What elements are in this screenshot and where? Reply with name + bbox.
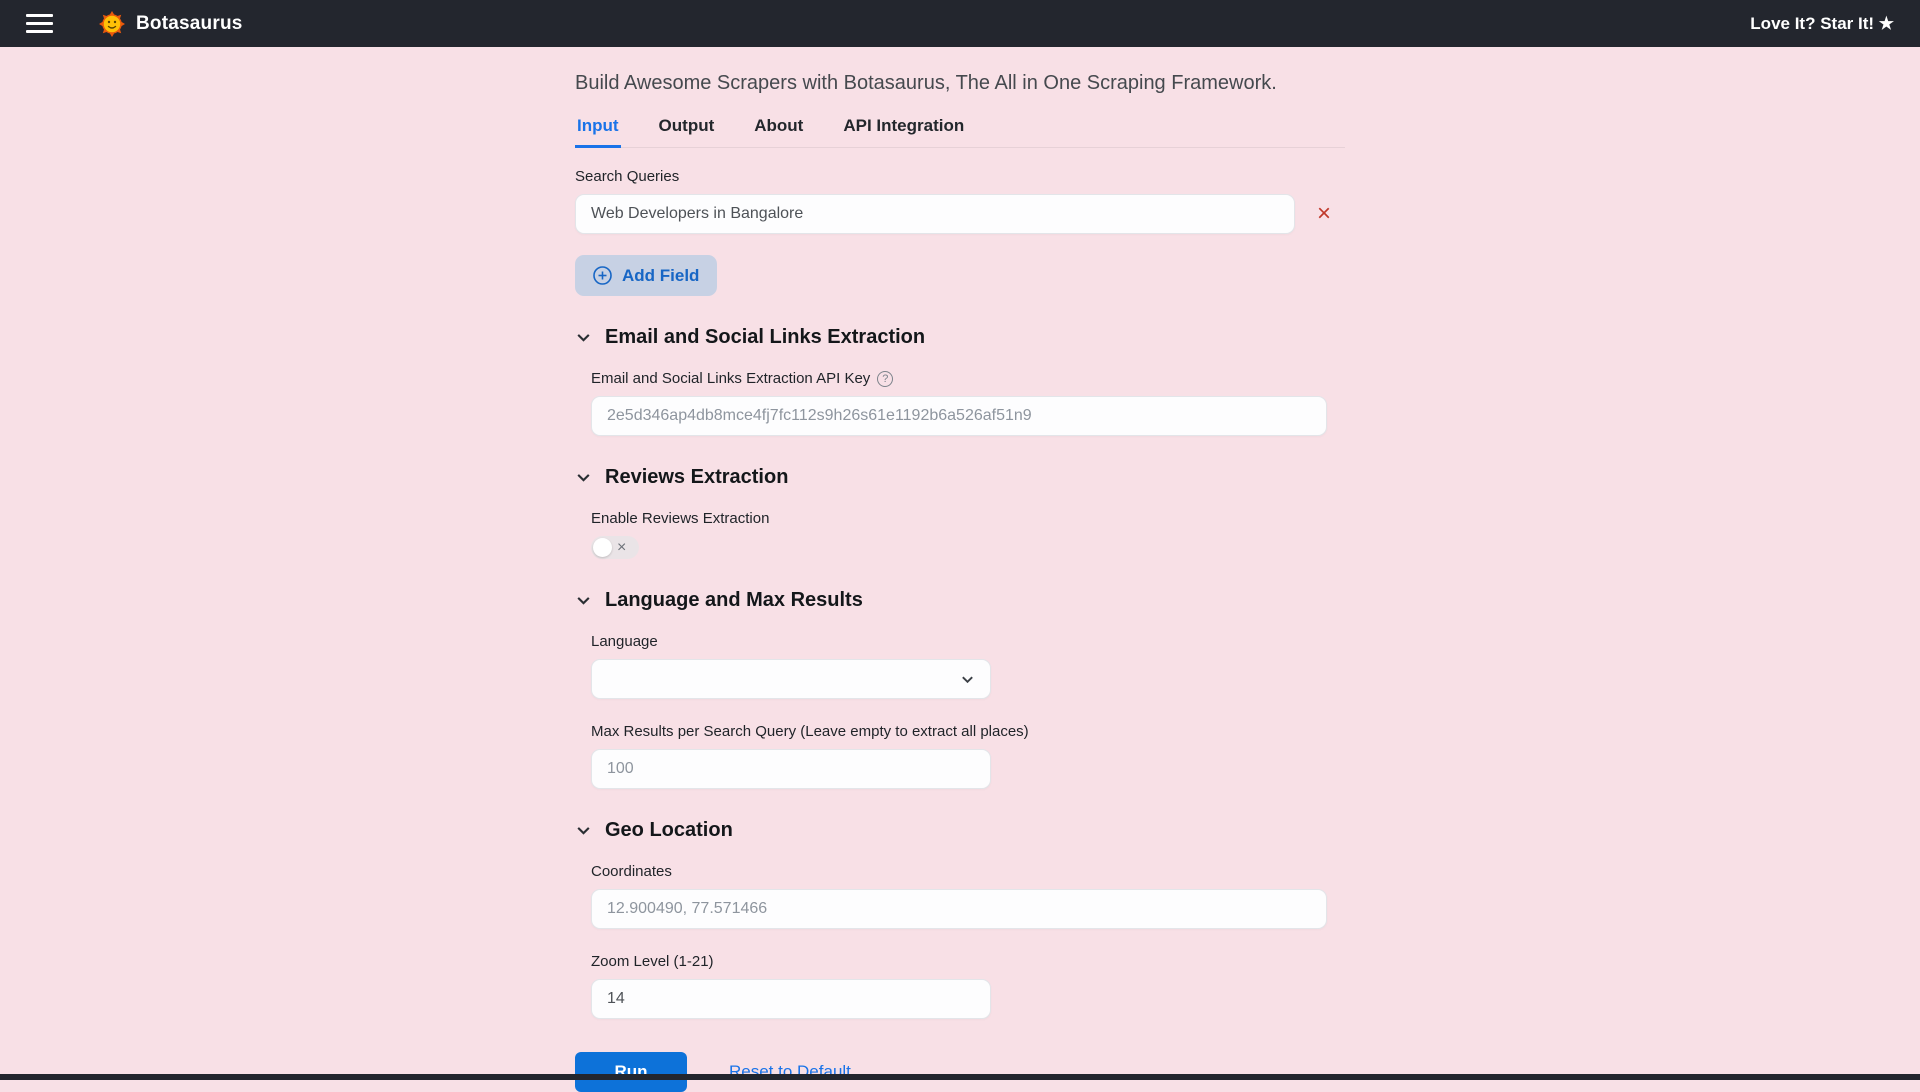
chevron-down-icon bbox=[577, 334, 590, 342]
chevron-down-icon bbox=[577, 827, 590, 835]
section-language-max-title: Language and Max Results bbox=[605, 589, 863, 611]
section-email-social-header[interactable]: Email and Social Links Extraction bbox=[575, 326, 1345, 349]
hamburger-menu-icon[interactable] bbox=[26, 14, 53, 33]
add-field-button[interactable]: Add Field bbox=[575, 255, 718, 296]
coordinates-label: Coordinates bbox=[591, 863, 672, 880]
section-geo: Geo Location Coordinates Zoom Level (1-2… bbox=[575, 819, 1345, 1019]
form-actions: Run Reset to Default bbox=[575, 1052, 1345, 1092]
section-reviews: Reviews Extraction Enable Reviews Extrac… bbox=[575, 466, 1345, 559]
section-geo-header[interactable]: Geo Location bbox=[575, 819, 1345, 842]
search-queries-label: Search Queries bbox=[575, 168, 680, 185]
star-repo-link[interactable]: Love It? Star It! ★ bbox=[1750, 14, 1894, 34]
tab-bar: Input Output About API Integration bbox=[575, 116, 1345, 148]
page-title: Build Awesome Scrapers with Botasaurus, … bbox=[575, 72, 1277, 94]
app-header: Botasaurus Love It? Star It! ★ bbox=[0, 0, 1920, 47]
run-button[interactable]: Run bbox=[575, 1052, 687, 1092]
add-field-label: Add Field bbox=[622, 265, 700, 285]
sun-logo-icon bbox=[99, 10, 125, 37]
section-reviews-header[interactable]: Reviews Extraction bbox=[575, 466, 1345, 489]
circle-plus-icon bbox=[593, 266, 612, 285]
chevron-down-icon bbox=[577, 474, 590, 482]
app-title: Botasaurus bbox=[136, 12, 243, 34]
remove-query-icon[interactable]: × bbox=[1317, 202, 1331, 226]
section-geo-title: Geo Location bbox=[605, 819, 733, 841]
max-results-input[interactable] bbox=[591, 749, 991, 789]
language-label: Language bbox=[591, 633, 658, 650]
section-email-social: Email and Social Links Extraction Email … bbox=[575, 326, 1345, 436]
zoom-level-input[interactable] bbox=[591, 979, 991, 1019]
chevron-down-icon bbox=[962, 676, 973, 684]
main-content: Build Awesome Scrapers with Botasaurus, … bbox=[575, 47, 1345, 1092]
help-icon[interactable]: ? bbox=[877, 370, 894, 387]
enable-reviews-label: Enable Reviews Extraction bbox=[591, 510, 770, 527]
max-results-label: Max Results per Search Query (Leave empt… bbox=[591, 723, 1029, 740]
section-language-max: Language and Max Results Language Max Re… bbox=[575, 589, 1345, 789]
toggle-off-icon: × bbox=[617, 538, 627, 556]
toggle-knob bbox=[593, 538, 612, 557]
enable-reviews-toggle[interactable]: × bbox=[591, 536, 639, 559]
app-logo: Botasaurus bbox=[99, 10, 243, 37]
tab-input[interactable]: Input bbox=[575, 116, 621, 148]
tab-output[interactable]: Output bbox=[657, 116, 717, 147]
api-key-label: Email and Social Links Extraction API Ke… bbox=[591, 370, 871, 387]
search-query-input[interactable] bbox=[575, 194, 1295, 234]
zoom-level-label: Zoom Level (1-21) bbox=[591, 953, 714, 970]
section-reviews-title: Reviews Extraction bbox=[605, 466, 789, 488]
coordinates-input[interactable] bbox=[591, 889, 1327, 929]
bottom-bar bbox=[0, 1074, 1920, 1080]
section-language-max-header[interactable]: Language and Max Results bbox=[575, 589, 1345, 612]
section-email-social-title: Email and Social Links Extraction bbox=[605, 326, 926, 348]
api-key-input[interactable] bbox=[591, 396, 1327, 436]
chevron-down-icon bbox=[577, 597, 590, 605]
search-queries-field: Search Queries × bbox=[575, 168, 1345, 234]
tab-api-integration[interactable]: API Integration bbox=[841, 116, 966, 147]
language-select[interactable] bbox=[591, 659, 991, 699]
tab-about[interactable]: About bbox=[752, 116, 805, 147]
